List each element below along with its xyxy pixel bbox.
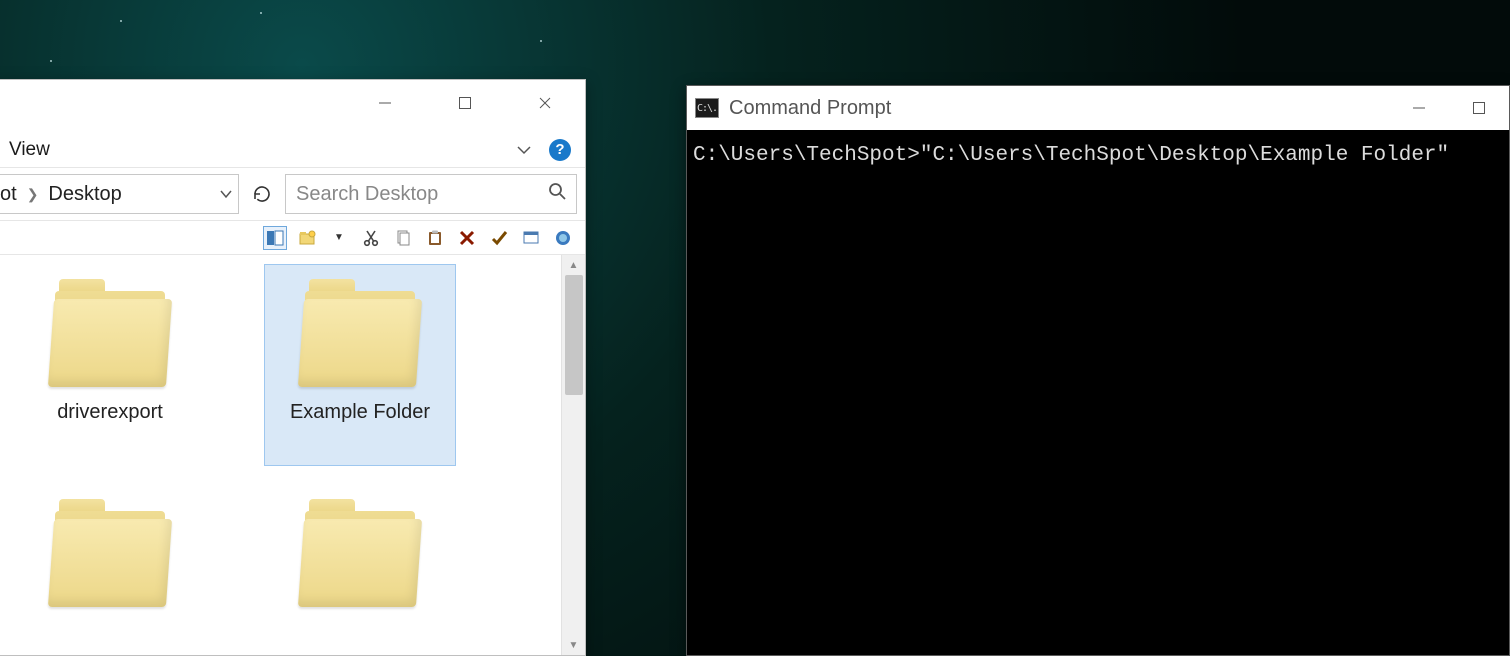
folder-icon xyxy=(295,493,425,613)
scroll-thumb[interactable] xyxy=(565,275,583,395)
folder-label: driverexport xyxy=(57,401,163,424)
folder-item[interactable] xyxy=(15,485,205,655)
file-explorer-window[interactable]: View ? ot ❯ Desktop Search Desktop xyxy=(0,79,586,656)
folder-icon xyxy=(45,273,175,393)
vertical-scrollbar[interactable]: ▲ ▼ xyxy=(561,255,585,655)
folder-item[interactable] xyxy=(265,485,455,655)
address-current-folder[interactable]: Desktop xyxy=(48,183,121,206)
new-folder-icon[interactable] xyxy=(295,226,319,250)
explorer-titlebar[interactable] xyxy=(0,80,585,132)
paste-icon[interactable] xyxy=(423,226,447,250)
copy-icon[interactable] xyxy=(391,226,415,250)
refresh-button[interactable] xyxy=(249,174,275,214)
help-icon[interactable]: ? xyxy=(549,139,571,161)
explorer-quick-toolbar: ▼ xyxy=(0,221,585,255)
maximize-button[interactable] xyxy=(1449,86,1509,130)
breadcrumb-separator-icon: ❯ xyxy=(27,186,39,203)
close-button[interactable] xyxy=(505,80,585,126)
folder-label: Example Folder xyxy=(290,401,430,424)
cut-icon[interactable] xyxy=(359,226,383,250)
explorer-item-grid[interactable]: driverexport Example Folder xyxy=(0,255,561,655)
ribbon-tab-view[interactable]: View xyxy=(9,139,50,161)
explorer-address-row: ot ❯ Desktop Search Desktop xyxy=(0,168,585,221)
search-box[interactable]: Search Desktop xyxy=(285,174,577,214)
properties-icon[interactable] xyxy=(519,226,543,250)
delete-icon[interactable] xyxy=(455,226,479,250)
folder-icon xyxy=(295,273,425,393)
scroll-up-icon[interactable]: ▲ xyxy=(562,255,585,275)
search-icon xyxy=(548,182,566,206)
cmd-app-icon: C:\. xyxy=(695,98,719,118)
preview-pane-icon[interactable] xyxy=(263,226,287,250)
ribbon-collapse-icon[interactable] xyxy=(513,139,535,161)
address-history-dropdown[interactable] xyxy=(214,175,238,213)
minimize-button[interactable] xyxy=(345,80,425,126)
cmd-titlebar[interactable]: C:\. Command Prompt xyxy=(687,86,1509,130)
options-icon[interactable] xyxy=(551,226,575,250)
cmd-output[interactable]: C:\Users\TechSpot>"C:\Users\TechSpot\Des… xyxy=(687,130,1509,655)
rename-icon[interactable] xyxy=(487,226,511,250)
cmd-title: Command Prompt xyxy=(729,97,891,120)
folder-item[interactable]: Example Folder xyxy=(265,265,455,465)
address-bar[interactable]: ot ❯ Desktop xyxy=(0,174,239,214)
explorer-ribbon-tabs: View ? xyxy=(0,132,585,168)
maximize-button[interactable] xyxy=(425,80,505,126)
folder-item[interactable]: driverexport xyxy=(15,265,205,465)
folder-icon xyxy=(45,493,175,613)
command-prompt-window[interactable]: C:\. Command Prompt C:\Users\TechSpot>"C… xyxy=(686,85,1510,656)
address-prefix-truncated: ot xyxy=(0,183,17,206)
search-placeholder: Search Desktop xyxy=(296,183,438,206)
dropdown-icon[interactable]: ▼ xyxy=(327,226,351,250)
minimize-button[interactable] xyxy=(1389,86,1449,130)
scroll-down-icon[interactable]: ▼ xyxy=(562,635,585,655)
